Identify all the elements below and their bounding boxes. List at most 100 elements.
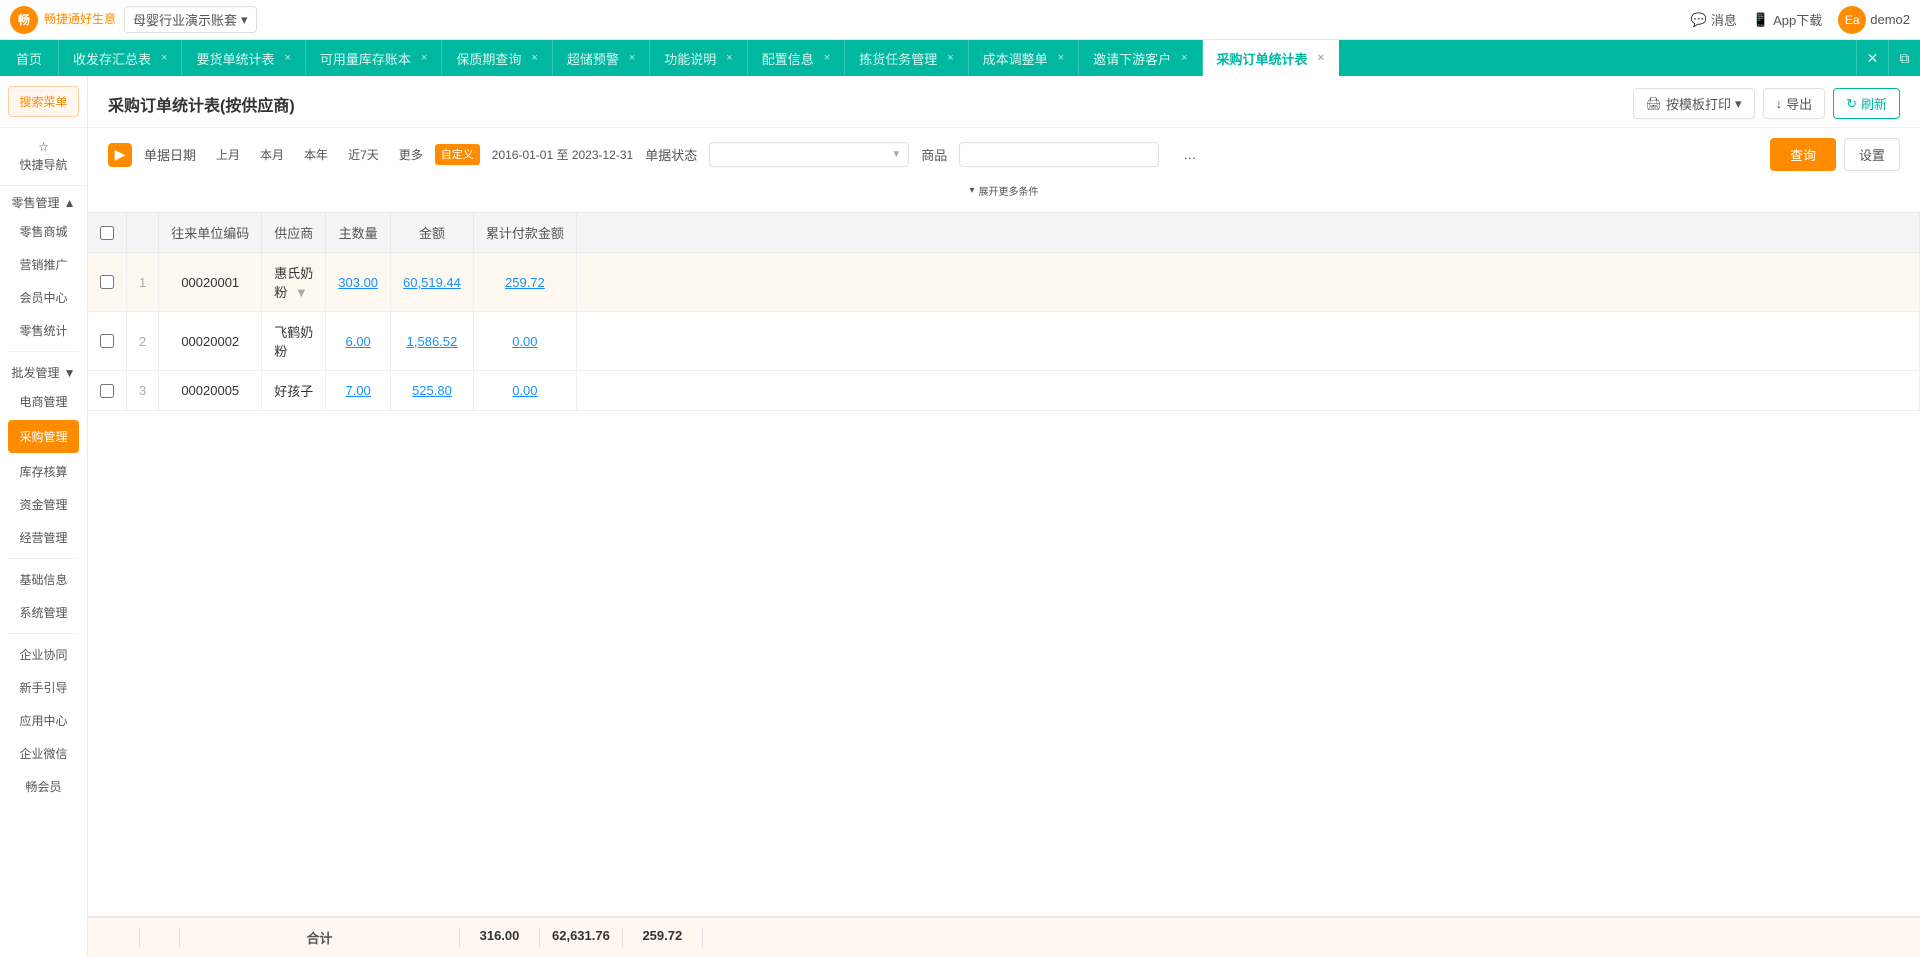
top-bar-right: 💬 消息 📱 App下载 Ea demo2 bbox=[1691, 6, 1910, 34]
sidebar-item-app-center[interactable]: 应用中心 bbox=[0, 704, 87, 737]
refresh-btn[interactable]: ↻ 刷新 bbox=[1833, 88, 1900, 119]
tab-receive-send[interactable]: 收发存汇总表 × bbox=[59, 40, 182, 76]
sidebar-item-retail-stat[interactable]: 零售统计 bbox=[0, 314, 87, 347]
close-icon[interactable]: × bbox=[421, 52, 427, 64]
print-btn[interactable]: 🖨 按模板打印 ▾ bbox=[1633, 88, 1755, 119]
table-container: 往来单位编码 供应商 主数量 金额 累计付款金额 1 00020001 惠氏奶粉… bbox=[88, 213, 1920, 916]
close-icon[interactable]: × bbox=[284, 52, 290, 64]
search-menu-btn[interactable]: 搜索菜单 bbox=[8, 86, 79, 117]
close-icon[interactable]: × bbox=[1058, 52, 1064, 64]
row-checkbox-cell bbox=[88, 312, 127, 371]
tab-stock-ledger[interactable]: 可用量库存账本 × bbox=[306, 40, 442, 76]
sidebar-item-ecommerce-mgmt[interactable]: 电商管理 bbox=[0, 385, 87, 418]
more-filter-btn[interactable]: … bbox=[1171, 145, 1208, 164]
shortcut-this-year[interactable]: 本年 bbox=[296, 144, 336, 165]
row-main-qty[interactable]: 303.00 bbox=[326, 253, 391, 312]
tab-purchase-stat[interactable]: 采购订单统计表 × bbox=[1203, 40, 1339, 76]
close-icon[interactable]: × bbox=[824, 52, 830, 64]
content-area: 采购订单统计表(按供应商) 🖨 按模板打印 ▾ ↓ 导出 ↻ 刷新 bbox=[88, 76, 1920, 957]
purchase-mgmt-label: 采购管理 bbox=[19, 428, 67, 445]
avatar: Ea bbox=[1838, 6, 1866, 34]
row-paid-amount[interactable]: 259.72 bbox=[473, 253, 576, 312]
tab-over-stock[interactable]: 超储预警 × bbox=[553, 40, 650, 76]
shortcut-more[interactable]: 更多 bbox=[391, 144, 431, 165]
close-icon[interactable]: × bbox=[629, 52, 635, 64]
status-select-wrapper bbox=[709, 142, 909, 167]
sidebar-item-ops-mgmt[interactable]: 经营管理 bbox=[0, 521, 87, 554]
row-checkbox[interactable] bbox=[100, 334, 114, 348]
table-header-row: 往来单位编码 供应商 主数量 金额 累计付款金额 bbox=[88, 213, 1920, 253]
tab-pick-task[interactable]: 拣货任务管理 × bbox=[845, 40, 968, 76]
goods-input[interactable] bbox=[959, 142, 1159, 167]
app-center-label: 应用中心 bbox=[19, 712, 67, 729]
row-amount[interactable]: 1,586.52 bbox=[391, 312, 474, 371]
col-supplier-name: 供应商 bbox=[262, 213, 326, 253]
query-btn[interactable]: 查询 bbox=[1770, 138, 1836, 171]
row-checkbox[interactable] bbox=[100, 275, 114, 289]
status-filter-label: 单据状态 bbox=[645, 145, 697, 164]
sidebar-item-enterprise-wechat[interactable]: 企业微信 bbox=[0, 737, 87, 770]
goods-filter-label: 商品 bbox=[921, 145, 947, 164]
close-icon[interactable]: × bbox=[726, 52, 732, 64]
close-icon[interactable]: × bbox=[531, 52, 537, 64]
user-area[interactable]: Ea demo2 bbox=[1838, 6, 1910, 34]
row-paid-amount[interactable]: 0.00 bbox=[473, 312, 576, 371]
sidebar-item-new-guide[interactable]: 新手引导 bbox=[0, 671, 87, 704]
sidebar-item-member-center[interactable]: 会员中心 bbox=[0, 281, 87, 314]
row-main-qty[interactable]: 6.00 bbox=[326, 312, 391, 371]
tab-config-info[interactable]: 配置信息 × bbox=[748, 40, 845, 76]
row-paid-amount[interactable]: 0.00 bbox=[473, 371, 576, 411]
row-amount[interactable]: 60,519.44 bbox=[391, 253, 474, 312]
row-main-qty[interactable]: 7.00 bbox=[326, 371, 391, 411]
tab-func-desc[interactable]: 功能说明 × bbox=[650, 40, 747, 76]
sidebar-item-basic-info[interactable]: 基础信息 bbox=[0, 563, 87, 596]
settings-btn[interactable]: 设置 bbox=[1844, 138, 1900, 171]
app-download-btn[interactable]: 📱 App下载 bbox=[1753, 10, 1822, 29]
sidebar-item-enterprise-collab[interactable]: 企业协同 bbox=[0, 638, 87, 671]
sidebar-item-stock-check[interactable]: 库存核算 bbox=[0, 455, 87, 488]
close-icon[interactable]: × bbox=[947, 52, 953, 64]
sidebar-item-finance-mgmt[interactable]: 资金管理 bbox=[0, 488, 87, 521]
shortcut-last-month[interactable]: 上月 bbox=[208, 144, 248, 165]
finance-mgmt-label: 资金管理 bbox=[19, 496, 67, 513]
sidebar-item-system-mgmt[interactable]: 系统管理 bbox=[0, 596, 87, 629]
sidebar-item-retail-mall[interactable]: 零售商城 bbox=[0, 215, 87, 248]
select-all-checkbox[interactable] bbox=[100, 226, 114, 240]
row-supplier-code: 00020005 bbox=[159, 371, 262, 411]
tab-home[interactable]: 首页 bbox=[0, 40, 59, 76]
expand-more-btn[interactable]: ▾ 展开更多条件 bbox=[108, 179, 1900, 202]
sidebar-divider-3 bbox=[8, 633, 79, 634]
status-select[interactable] bbox=[709, 142, 909, 167]
filter-toggle-btn[interactable]: ▶ bbox=[108, 143, 132, 167]
chevron-down-icon: ▼ bbox=[64, 366, 76, 380]
row-amount[interactable]: 525.80 bbox=[391, 371, 474, 411]
logo-area[interactable]: 畅 畅捷通好生意 bbox=[10, 6, 116, 34]
shortcut-this-month[interactable]: 本月 bbox=[252, 144, 292, 165]
tab-close-btn[interactable]: ✕ bbox=[1856, 40, 1888, 76]
workspace-selector[interactable]: 母婴行业演示账套 ▾ bbox=[124, 6, 257, 33]
sidebar: 搜索菜单 ☆ 快捷导航 零售管理 ▲ 零售商城 营销推广 会员中心 零售统计 批… bbox=[0, 76, 88, 957]
data-table: 往来单位编码 供应商 主数量 金额 累计付款金额 1 00020001 惠氏奶粉… bbox=[88, 213, 1920, 411]
sidebar-item-retail-mgmt[interactable]: 零售管理 ▲ bbox=[0, 186, 87, 215]
sidebar-item-quick-nav[interactable]: ☆ 快捷导航 bbox=[0, 132, 87, 181]
close-icon[interactable]: × bbox=[161, 52, 167, 64]
message-btn[interactable]: 💬 消息 bbox=[1691, 10, 1737, 29]
tab-cost-adjust[interactable]: 成本调整单 × bbox=[969, 40, 1079, 76]
export-btn[interactable]: ↓ 导出 bbox=[1763, 88, 1826, 119]
sidebar-item-marketing[interactable]: 营销推广 bbox=[0, 248, 87, 281]
tab-invite-downstream[interactable]: 邀请下游客户 × bbox=[1079, 40, 1202, 76]
shortcut-custom[interactable]: 自定义 bbox=[435, 144, 480, 165]
shortcut-last-7days[interactable]: 近7天 bbox=[340, 144, 387, 165]
sidebar-item-wholesale-mgmt[interactable]: 批发管理 ▼ bbox=[0, 356, 87, 385]
tab-restore-btn[interactable]: ⧉ bbox=[1888, 40, 1920, 76]
sidebar-item-purchase-mgmt[interactable]: 采购管理 bbox=[8, 420, 79, 453]
sidebar-item-vip-member[interactable]: 畅会员 bbox=[0, 770, 87, 803]
tab-goods-stat[interactable]: 要货单统计表 × bbox=[182, 40, 305, 76]
close-icon[interactable]: × bbox=[1318, 52, 1324, 64]
close-icon[interactable]: × bbox=[1181, 52, 1187, 64]
sidebar-search-area: 搜索菜单 bbox=[0, 76, 87, 128]
row-checkbox[interactable] bbox=[100, 384, 114, 398]
expand-icon[interactable]: ▼ bbox=[295, 285, 308, 300]
expand-more-label: 展开更多条件 bbox=[979, 183, 1039, 198]
tab-expiry-query[interactable]: 保质期查询 × bbox=[442, 40, 552, 76]
